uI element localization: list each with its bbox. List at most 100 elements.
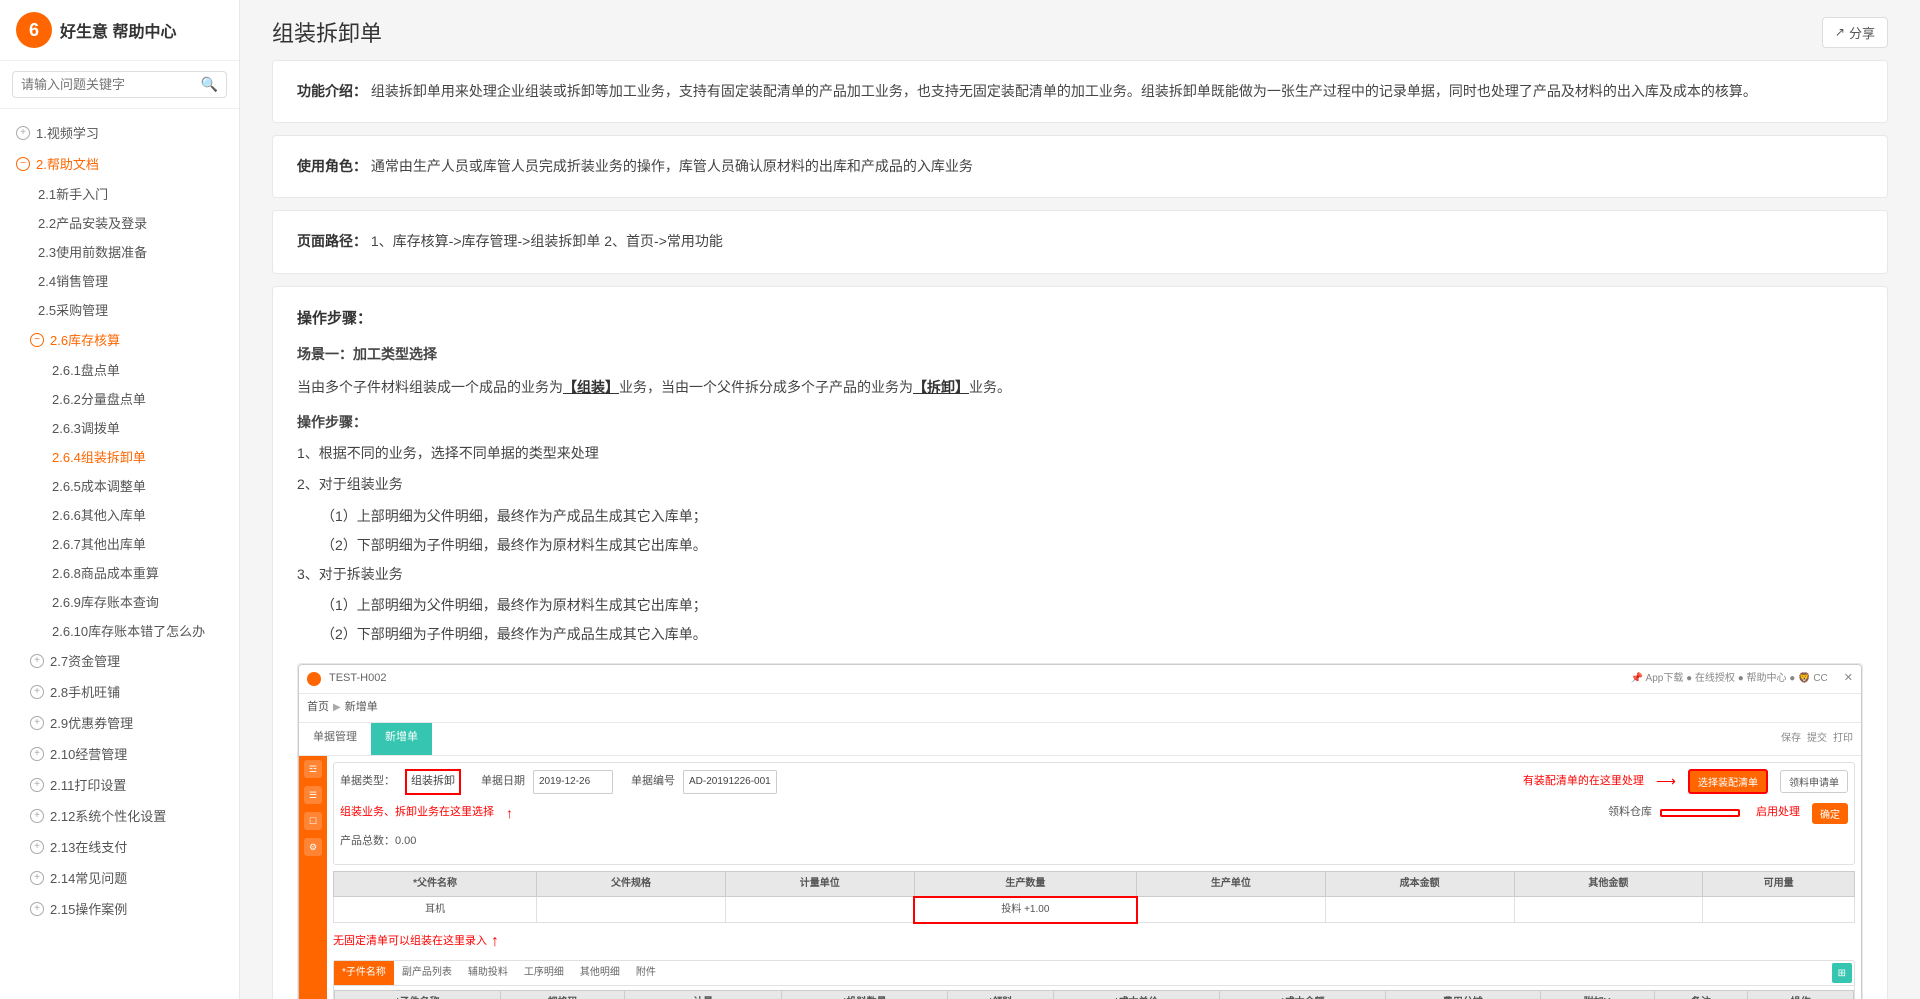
sidebar-item-2-10[interactable]: + 2.10经营管理 (0, 738, 239, 769)
mock-top-actions: 保存 提交 打印 (1773, 723, 1861, 755)
search-box[interactable]: 🔍 (12, 71, 227, 98)
sidebar-item-2-6-5[interactable]: 2.6.5成本调整单 (0, 471, 239, 500)
lower-col-unit: 计量 (625, 991, 782, 999)
sidebar-item-2-6[interactable]: − 2.6库存核算 (0, 324, 239, 355)
share-button[interactable]: ↗ 分享 (1822, 17, 1888, 48)
form-row-3: 产品总数：0.00 (340, 832, 1848, 852)
content-area: 功能介绍： 组装拆卸单用来处理企业组装或拆卸等加工业务，支持有固定装配清单的产品… (240, 60, 1920, 999)
steps-card: 操作步骤： 场景一：加工类型选择 当由多个子件材料组装成一个成品的业务为【组装】… (272, 286, 1888, 999)
mock-tab-new[interactable]: 单据管理 (299, 723, 371, 755)
sidebar-item-2-6-10[interactable]: 2.6.10库存账本错了怎么办 (0, 616, 239, 645)
sidebar-item-2-1[interactable]: 2.1新手入门 (0, 179, 239, 208)
page-title: 组装拆卸单 (272, 16, 382, 48)
lower-col-note: 备注 (1654, 991, 1748, 999)
sidebar-item-2-11[interactable]: + 2.11打印设置 (0, 769, 239, 800)
submit-btn[interactable]: 提交 (1807, 730, 1827, 748)
lower-tab-other[interactable]: 其他明细 (572, 961, 628, 985)
lower-col-qty: *投料数量 (782, 991, 948, 999)
save-draft-btn[interactable]: 保存 (1781, 730, 1801, 748)
mock-app: TEST-H002 📌 App下载 ● 在线授权 ● 帮助中心 ● 🦁 CC ✕… (298, 664, 1862, 999)
mock-nav-home: 首页 (307, 698, 329, 718)
upper-col-name: *父件名称 (334, 871, 537, 897)
sidebar-item-2-2[interactable]: 2.2产品安装及登录 (0, 208, 239, 237)
upper-cell-name: 耳机 (334, 897, 537, 923)
sidebar-item-2-9[interactable]: + 2.9优惠券管理 (0, 707, 239, 738)
sidebar-item-2-6-6[interactable]: 2.6.6其他入库单 (0, 500, 239, 529)
lower-col-cost-amt: *成本金额 (1220, 991, 1386, 999)
sidebar-item-help-doc[interactable]: − 2.帮助文档 (0, 148, 239, 179)
intro-label: 功能介绍： (297, 83, 367, 99)
ann-no-bom: 无固定清单可以组装在这里录入 (333, 932, 487, 952)
path-text: 1、库存核算->库存管理->组装拆卸单 2、首页->常用功能 (371, 233, 723, 249)
upper-table-head: *父件名称 父件规格 计量单位 生产数量 生产单位 成本金额 其他金额 可用量 (334, 871, 1855, 897)
sidebar-item-2-13[interactable]: + 2.13在线支付 (0, 831, 239, 862)
sidebar-item-2-6-7[interactable]: 2.6.7其他出库单 (0, 529, 239, 558)
sidebar-item-2-12[interactable]: + 2.12系统个性化设置 (0, 800, 239, 831)
expand-icon-2-12: + (30, 809, 44, 823)
lower-col-spec: 规格码 (501, 991, 625, 999)
upper-table-body: 耳机 投料 +1.00 (334, 897, 1855, 923)
mock-top-icons: 📌 App下载 ● 在线授权 ● 帮助中心 ● 🦁 CC (1631, 670, 1828, 688)
mock-tab-new-active[interactable]: 新增单 (371, 723, 432, 755)
upper-cell-unit (725, 897, 914, 923)
step3-sub2: （2）下部明细为子件明细，最终作为产成品生成其它入库单。 (297, 622, 1863, 647)
table-row: 耳机 投料 +1.00 (334, 897, 1855, 923)
share-icon: ↗ (1835, 25, 1845, 39)
sidebar-item-2-6-2[interactable]: 2.6.2分量盘点单 (0, 384, 239, 413)
field-num-value: AD-20191226-001 (683, 770, 777, 794)
path-card: 页面路径： 1、库存核算->库存管理->组装拆卸单 2、首页->常用功能 (272, 210, 1888, 273)
mock-navbar: 首页 ▶ 新增单 (299, 694, 1861, 723)
search-icon[interactable]: 🔍 (201, 76, 218, 93)
lower-col-v: 附加V (1540, 991, 1654, 999)
screenshot-container: TEST-H002 📌 App下载 ● 在线授权 ● 帮助中心 ● 🦁 CC ✕… (297, 663, 1863, 999)
sidebar-item-2-6-9[interactable]: 2.6.9库存账本查询 (0, 587, 239, 616)
lower-table-container: *子件名称 副产品列表 辅助投料 工序明细 其他明细 附件 ⊞ (333, 960, 1855, 999)
sidebar-item-video[interactable]: + 1.视频学习 (0, 117, 239, 148)
upper-cell-qty: 投料 +1.00 (914, 897, 1136, 923)
role-card: 使用角色： 通常由生产人员或库管人员完成折装业务的操作，库管人员确认原材料的出库… (272, 135, 1888, 198)
sidebar-item-2-7[interactable]: + 2.7资金管理 (0, 645, 239, 676)
field-count-label: 产品总数：0.00 (340, 832, 416, 852)
sidebar-item-2-6-1[interactable]: 2.6.1盘点单 (0, 355, 239, 384)
ann-clearance-list: 有装配清单的在这里处理 (1523, 772, 1644, 792)
intro-card: 功能介绍： 组装拆卸单用来处理企业组装或拆卸等加工业务，支持有固定装配清单的产品… (272, 60, 1888, 123)
upper-cell-prod-unit (1137, 897, 1326, 923)
sidebar-item-label: 2.6库存核算 (50, 330, 120, 349)
lower-tab-strip: *子件名称 副产品列表 辅助投料 工序明细 其他明细 附件 ⊞ (334, 961, 1854, 986)
ann-no-bom-container: 无固定清单可以组装在这里录入 ↑ (333, 928, 1855, 957)
sidebar-item-2-6-3[interactable]: 2.6.3调拨单 (0, 413, 239, 442)
lower-tab-attach[interactable]: 附件 (628, 961, 664, 985)
sidebar-item-2-6-4[interactable]: 2.6.4组装拆卸单 (0, 442, 239, 471)
sidebar-item-2-6-8[interactable]: 2.6.8商品成本重算 (0, 558, 239, 587)
upper-table-header-row: *父件名称 父件规格 计量单位 生产数量 生产单位 成本金额 其他金额 可用量 (334, 871, 1855, 897)
intro-text: 组装拆卸单用来处理企业组装或拆卸等加工业务，支持有固定装配清单的产品加工业务，也… (371, 83, 1757, 99)
lower-tab-process[interactable]: 工序明细 (516, 961, 572, 985)
lower-expand-btn[interactable]: ⊞ (1832, 963, 1852, 983)
role-label: 使用角色： (297, 158, 367, 174)
icon-settings: ⚙ (304, 838, 322, 856)
upper-cell-other (1514, 897, 1703, 923)
step3: 3、对于拆装业务 (297, 562, 1863, 587)
sidebar-item-2-4[interactable]: 2.4销售管理 (0, 266, 239, 295)
lower-table: *子件名称 规格码 计量 *投料数量 *领料 *成本单价 *成本金额 费用分摊 (334, 990, 1854, 999)
lower-tab-aux[interactable]: 辅助投料 (460, 961, 516, 985)
mock-form-content: 单据类型： 组装拆卸 单据日期 2019-12-26 单据编号 AD-20191… (327, 756, 1861, 999)
btn-confirm[interactable]: 确定 (1812, 803, 1848, 824)
sidebar-item-label: 2.帮助文档 (36, 154, 99, 173)
btn-material-req[interactable]: 领料申请单 (1780, 770, 1848, 793)
mock-nav-items: 首页 ▶ 新增单 (307, 698, 1853, 718)
field-date-label: 单据日期 (481, 772, 525, 792)
assemble-link: 【组装】 (563, 379, 619, 395)
print-btn[interactable]: 打印 (1833, 730, 1853, 748)
sidebar-item-2-15[interactable]: + 2.15操作案例 (0, 893, 239, 924)
upper-col-qty: 生产数量 (914, 871, 1136, 897)
sidebar-item-2-3[interactable]: 2.3使用前数据准备 (0, 237, 239, 266)
sidebar-item-2-5[interactable]: 2.5采购管理 (0, 295, 239, 324)
sidebar-item-2-14[interactable]: + 2.14常见问题 (0, 862, 239, 893)
search-input[interactable] (21, 77, 201, 92)
btn-select-bom[interactable]: 选择装配清单 (1688, 769, 1768, 794)
sidebar-item-2-8[interactable]: + 2.8手机旺铺 (0, 676, 239, 707)
lower-tab-byproduct[interactable]: 副产品列表 (394, 961, 460, 985)
upper-table-container: *父件名称 父件规格 计量单位 生产数量 生产单位 成本金额 其他金额 可用量 (333, 871, 1855, 924)
lower-tab-subpart[interactable]: *子件名称 (334, 961, 394, 985)
